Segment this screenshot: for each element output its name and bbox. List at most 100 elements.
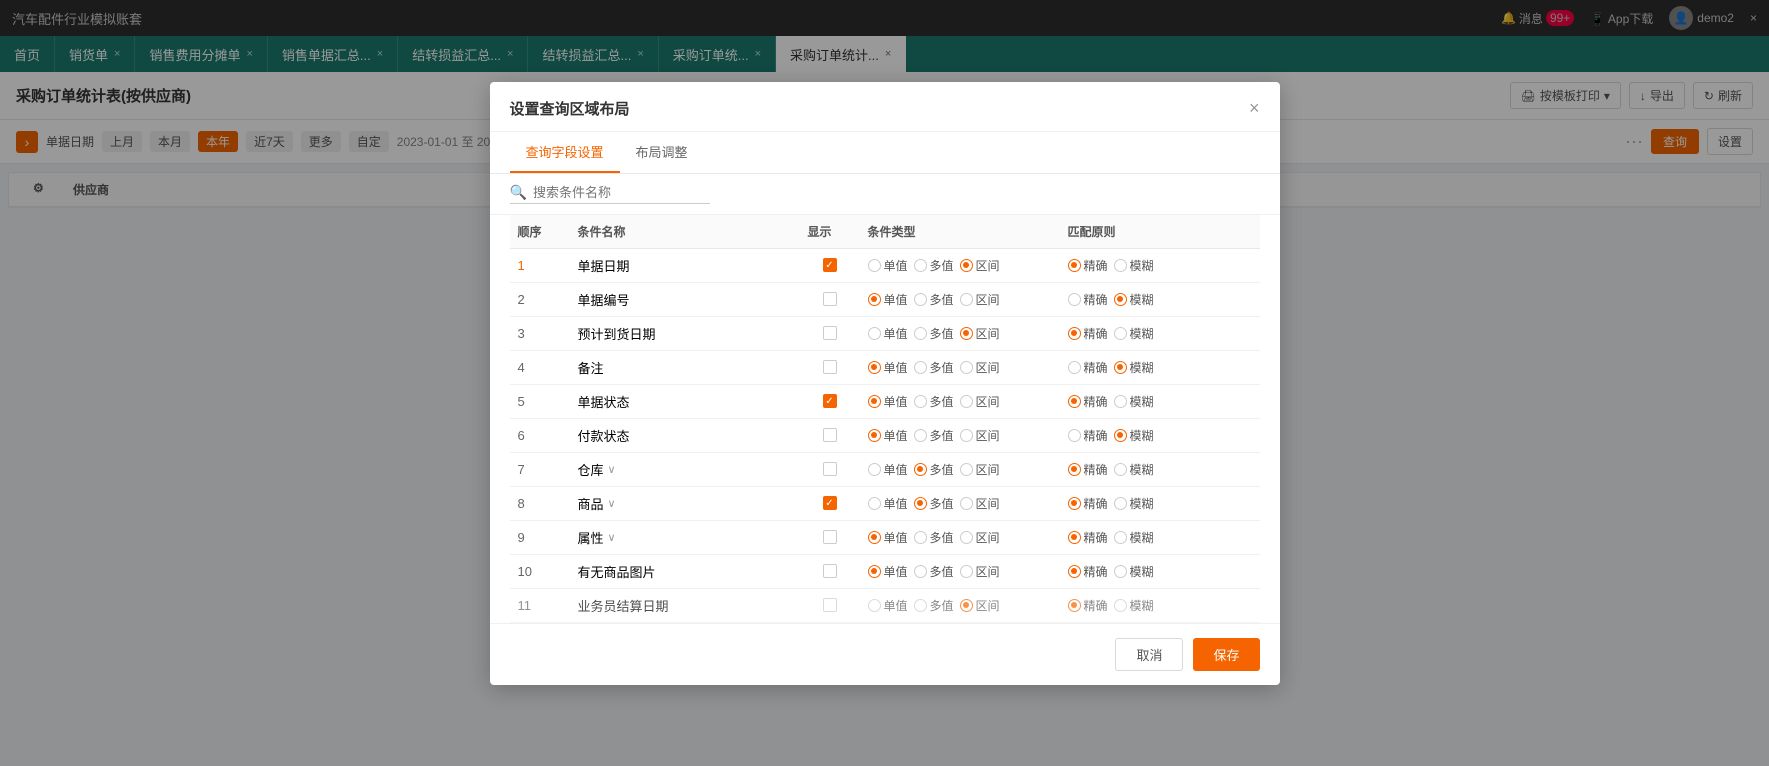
row6-match-exact[interactable]: 精确 [1068,427,1108,444]
dialog-search-area: 🔍 [490,174,1280,215]
row11-type-multi[interactable]: 多值 [914,597,954,614]
row11-type-single-radio [868,599,881,612]
row1-display-checkbox[interactable] [823,258,837,272]
row9-type-range[interactable]: 区间 [960,529,1000,546]
save-btn[interactable]: 保存 [1193,638,1259,671]
row4-match-exact-radio [1068,361,1081,374]
table-row: 10 有无商品图片 单值 多值 区间 [510,555,1260,589]
row5-display-checkbox[interactable] [823,394,837,408]
row10-match-fuzzy[interactable]: 模糊 [1114,563,1154,580]
row11-seq: 11 [518,598,532,613]
row3-match-exact[interactable]: 精确 [1068,325,1108,342]
row10-type-range[interactable]: 区间 [960,563,1000,580]
row2-match-fuzzy[interactable]: 模糊 [1114,291,1154,308]
row4-match-exact[interactable]: 精确 [1068,359,1108,376]
row8-type-range[interactable]: 区间 [960,495,1000,512]
row7-type-multi[interactable]: 多值 [914,461,954,478]
table-row: 9 属性 ∨ 单值 多值 [510,521,1260,555]
dialog-tab-fields[interactable]: 查询字段设置 [510,132,620,173]
row4-type-single[interactable]: 单值 [868,359,908,376]
row9-expand-icon[interactable]: ∨ [608,531,616,544]
row5-type-multi[interactable]: 多值 [914,393,954,410]
row5-match-exact[interactable]: 精确 [1068,393,1108,410]
row3-type-multi[interactable]: 多值 [914,325,954,342]
row1-type-range[interactable]: 区间 [960,257,1000,274]
row9-match-exact[interactable]: 精确 [1068,529,1108,546]
row10-display-checkbox[interactable] [823,564,837,578]
table-row: 7 仓库 ∨ 单值 多值 [510,453,1260,487]
row6-type-multi[interactable]: 多值 [914,427,954,444]
row3-display-checkbox[interactable] [823,326,837,340]
row1-match-fuzzy[interactable]: 模糊 [1114,257,1154,274]
row2-type-range[interactable]: 区间 [960,291,1000,308]
row2-type-multi-radio [914,293,927,306]
row4-match-fuzzy[interactable]: 模糊 [1114,359,1154,376]
row4-type-range[interactable]: 区间 [960,359,1000,376]
row10-type-single[interactable]: 单值 [868,563,908,580]
row11-match-fuzzy[interactable]: 模糊 [1114,597,1154,614]
row4-name: 备注 [570,358,800,377]
row8-match-group: 精确 模糊 [1060,495,1260,512]
row6-type-single[interactable]: 单值 [868,427,908,444]
row5-match-fuzzy[interactable]: 模糊 [1114,393,1154,410]
row10-match-exact[interactable]: 精确 [1068,563,1108,580]
row9-type-multi[interactable]: 多值 [914,529,954,546]
row3-type-single[interactable]: 单值 [868,325,908,342]
row4-type-multi[interactable]: 多值 [914,359,954,376]
row8-type-multi[interactable]: 多值 [914,495,954,512]
row9-display-checkbox[interactable] [823,530,837,544]
dialog-close-btn[interactable]: × [1249,98,1260,119]
search-input[interactable] [533,185,710,200]
row3-type-range[interactable]: 区间 [960,325,1000,342]
row2-type-multi[interactable]: 多值 [914,291,954,308]
row7-match-fuzzy[interactable]: 模糊 [1114,461,1154,478]
table-row: 2 单据编号 单值 多值 区间 [510,283,1260,317]
row8-match-fuzzy[interactable]: 模糊 [1114,495,1154,512]
row6-display-checkbox[interactable] [823,428,837,442]
row3-match-fuzzy[interactable]: 模糊 [1114,325,1154,342]
row11-type-multi-radio [914,599,927,612]
row10-name: 有无商品图片 [570,562,800,581]
row5-type-range[interactable]: 区间 [960,393,1000,410]
row7-type-range[interactable]: 区间 [960,461,1000,478]
row7-expand-icon[interactable]: ∨ [608,463,616,476]
row4-display-checkbox[interactable] [823,360,837,374]
table-header-row: 顺序 条件名称 显示 条件类型 匹配原则 [510,215,1260,249]
row11-match-exact[interactable]: 精确 [1068,597,1108,614]
row7-display-checkbox[interactable] [823,462,837,476]
row9-match-fuzzy[interactable]: 模糊 [1114,529,1154,546]
row7-type-single[interactable]: 单值 [868,461,908,478]
row11-type-range[interactable]: 区间 [960,597,1000,614]
row1-type-multi[interactable]: 多值 [914,257,954,274]
row9-type-group: 单值 多值 区间 [860,529,1060,546]
col-seq-header: 顺序 [510,223,570,240]
row11-type-single[interactable]: 单值 [868,597,908,614]
row2-display-checkbox[interactable] [823,292,837,306]
row1-type-single-radio [868,259,881,272]
row6-match-fuzzy[interactable]: 模糊 [1114,427,1154,444]
row9-type-single[interactable]: 单值 [868,529,908,546]
row2-type-single[interactable]: 单值 [868,291,908,308]
row1-type-single[interactable]: 单值 [868,257,908,274]
row8-match-exact[interactable]: 精确 [1068,495,1108,512]
dialog-tab-layout[interactable]: 布局调整 [620,132,704,173]
row8-expand-icon[interactable]: ∨ [608,497,616,510]
row11-type-range-radio [960,599,973,612]
row6-type-range[interactable]: 区间 [960,427,1000,444]
row2-match-exact[interactable]: 精确 [1068,291,1108,308]
cancel-btn[interactable]: 取消 [1115,638,1183,671]
row5-type-single[interactable]: 单值 [868,393,908,410]
row8-type-single[interactable]: 单值 [868,495,908,512]
conditions-table: 顺序 条件名称 显示 条件类型 匹配原则 1 单据日期 单值 [490,215,1280,623]
row7-match-group: 精确 模糊 [1060,461,1260,478]
row2-match-exact-radio [1068,293,1081,306]
row5-match-exact-radio [1068,395,1081,408]
row7-match-exact[interactable]: 精确 [1068,461,1108,478]
row8-display-checkbox[interactable] [823,496,837,510]
row10-type-multi[interactable]: 多值 [914,563,954,580]
row5-type-multi-radio [914,395,927,408]
row6-match-exact-radio [1068,429,1081,442]
col-type-header: 条件类型 [860,223,1060,240]
row11-display-checkbox[interactable] [823,598,837,612]
row1-match-exact[interactable]: 精确 [1068,257,1108,274]
